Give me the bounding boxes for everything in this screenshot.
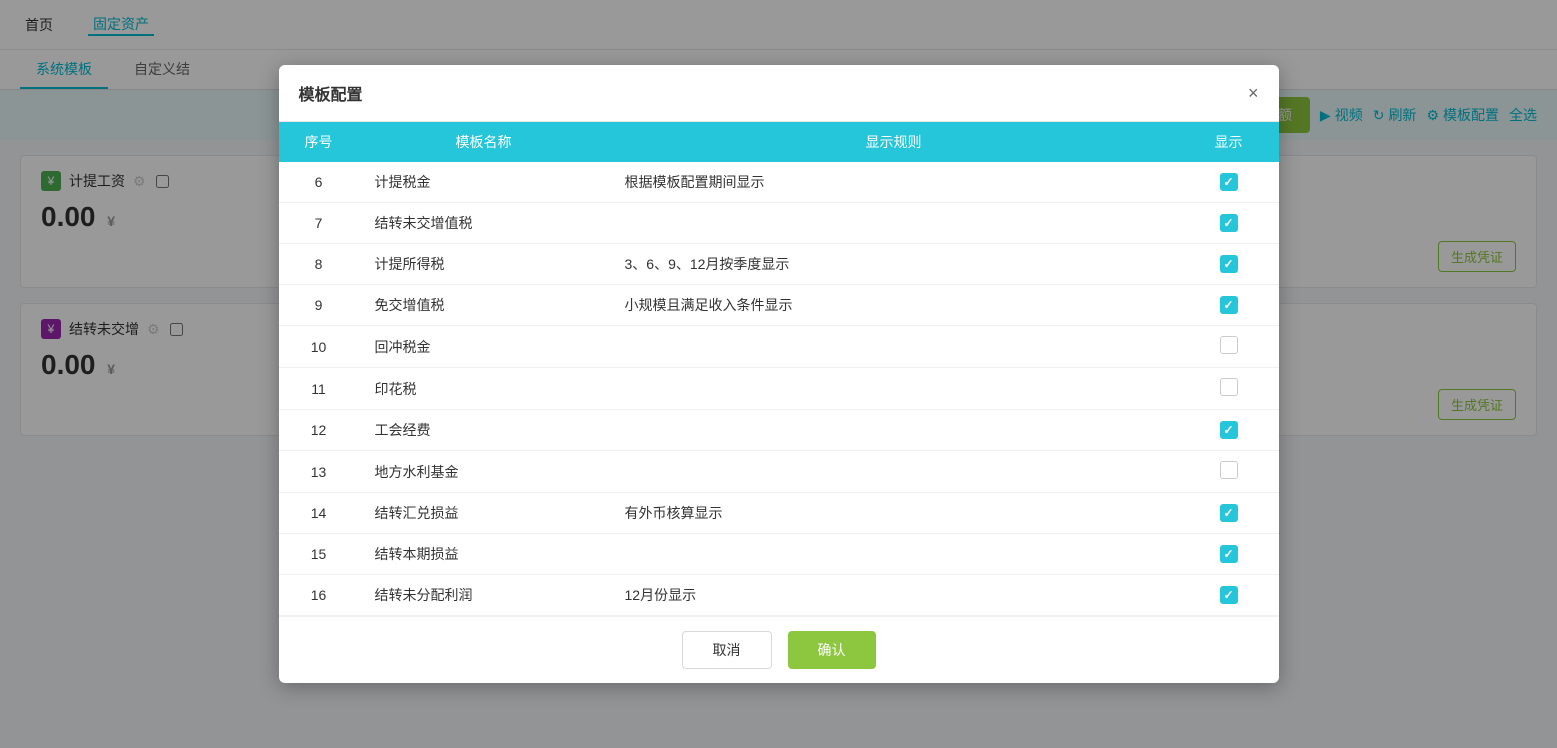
cell-name-5: 印花税	[359, 368, 609, 410]
cell-rule-5	[609, 368, 1179, 410]
cell-checkbox-2[interactable]	[1179, 244, 1279, 285]
confirm-button[interactable]: 确认	[788, 631, 876, 669]
cell-id-4: 10	[279, 326, 359, 368]
cell-checkbox-4[interactable]	[1179, 326, 1279, 368]
modal-title: 模板配置	[299, 81, 363, 105]
modal-header: 模板配置 ×	[279, 65, 1279, 122]
cancel-button[interactable]: 取消	[682, 631, 772, 669]
table-row: 14结转汇兑损益有外币核算显示	[279, 493, 1279, 534]
cell-checkbox-7[interactable]	[1179, 451, 1279, 493]
cell-checkbox-9[interactable]	[1179, 534, 1279, 575]
table-header-row: 序号 模板名称 显示规则 显示	[279, 122, 1279, 162]
col-header-rule: 显示规则	[609, 122, 1179, 162]
table-row: 7结转未交增值税	[279, 203, 1279, 244]
cell-rule-9	[609, 534, 1179, 575]
cell-name-1: 结转未交增值税	[359, 203, 609, 244]
table-row: 16结转未分配利润12月份显示	[279, 575, 1279, 616]
checkbox-6[interactable]	[1220, 421, 1238, 439]
cell-name-0: 计提税金	[359, 162, 609, 203]
cell-checkbox-0[interactable]	[1179, 162, 1279, 203]
cell-id-8: 14	[279, 493, 359, 534]
cell-name-3: 免交增值税	[359, 285, 609, 326]
cell-rule-3: 小规模且满足收入条件显示	[609, 285, 1179, 326]
table-row: 10回冲税金	[279, 326, 1279, 368]
cell-rule-8: 有外币核算显示	[609, 493, 1179, 534]
cell-id-9: 15	[279, 534, 359, 575]
cell-rule-1	[609, 203, 1179, 244]
checkbox-8[interactable]	[1220, 504, 1238, 522]
cell-checkbox-1[interactable]	[1179, 203, 1279, 244]
table-row: 15结转本期损益	[279, 534, 1279, 575]
modal-template-config: 模板配置 × 序号 模板名称 显示规则 显示 6计提税金根据模板配置期间显示7结…	[279, 65, 1279, 683]
checkbox-10[interactable]	[1220, 586, 1238, 604]
cell-id-3: 9	[279, 285, 359, 326]
modal-body: 序号 模板名称 显示规则 显示 6计提税金根据模板配置期间显示7结转未交增值税8…	[279, 122, 1279, 616]
col-header-id: 序号	[279, 122, 359, 162]
checkbox-3[interactable]	[1220, 296, 1238, 314]
cell-checkbox-5[interactable]	[1179, 368, 1279, 410]
table-row: 11印花税	[279, 368, 1279, 410]
cell-name-7: 地方水利基金	[359, 451, 609, 493]
cell-rule-2: 3、6、9、12月按季度显示	[609, 244, 1179, 285]
cell-rule-4	[609, 326, 1179, 368]
checkbox-5[interactable]	[1220, 378, 1238, 396]
table-row: 6计提税金根据模板配置期间显示	[279, 162, 1279, 203]
cell-rule-10: 12月份显示	[609, 575, 1179, 616]
col-header-display: 显示	[1179, 122, 1279, 162]
config-table: 序号 模板名称 显示规则 显示 6计提税金根据模板配置期间显示7结转未交增值税8…	[279, 122, 1279, 616]
cell-name-4: 回冲税金	[359, 326, 609, 368]
cell-name-9: 结转本期损益	[359, 534, 609, 575]
table-row: 8计提所得税3、6、9、12月按季度显示	[279, 244, 1279, 285]
cell-name-6: 工会经费	[359, 410, 609, 451]
table-row: 9免交增值税小规模且满足收入条件显示	[279, 285, 1279, 326]
cell-id-7: 13	[279, 451, 359, 493]
cell-rule-7	[609, 451, 1179, 493]
cell-id-2: 8	[279, 244, 359, 285]
cell-id-6: 12	[279, 410, 359, 451]
checkbox-7[interactable]	[1220, 461, 1238, 479]
col-header-name: 模板名称	[359, 122, 609, 162]
table-row: 13地方水利基金	[279, 451, 1279, 493]
checkbox-0[interactable]	[1220, 173, 1238, 191]
cell-id-10: 16	[279, 575, 359, 616]
modal-overlay: 模板配置 × 序号 模板名称 显示规则 显示 6计提税金根据模板配置期间显示7结…	[0, 0, 1557, 748]
modal-close-button[interactable]: ×	[1248, 84, 1259, 102]
cell-name-10: 结转未分配利润	[359, 575, 609, 616]
cell-checkbox-3[interactable]	[1179, 285, 1279, 326]
cell-rule-6	[609, 410, 1179, 451]
checkbox-4[interactable]	[1220, 336, 1238, 354]
table-row: 12工会经费	[279, 410, 1279, 451]
cell-id-5: 11	[279, 368, 359, 410]
cell-id-1: 7	[279, 203, 359, 244]
cell-name-2: 计提所得税	[359, 244, 609, 285]
cell-checkbox-10[interactable]	[1179, 575, 1279, 616]
cell-id-0: 6	[279, 162, 359, 203]
modal-footer: 取消 确认	[279, 616, 1279, 683]
checkbox-1[interactable]	[1220, 214, 1238, 232]
checkbox-9[interactable]	[1220, 545, 1238, 563]
cell-rule-0: 根据模板配置期间显示	[609, 162, 1179, 203]
checkbox-2[interactable]	[1220, 255, 1238, 273]
cell-checkbox-6[interactable]	[1179, 410, 1279, 451]
cell-checkbox-8[interactable]	[1179, 493, 1279, 534]
cell-name-8: 结转汇兑损益	[359, 493, 609, 534]
